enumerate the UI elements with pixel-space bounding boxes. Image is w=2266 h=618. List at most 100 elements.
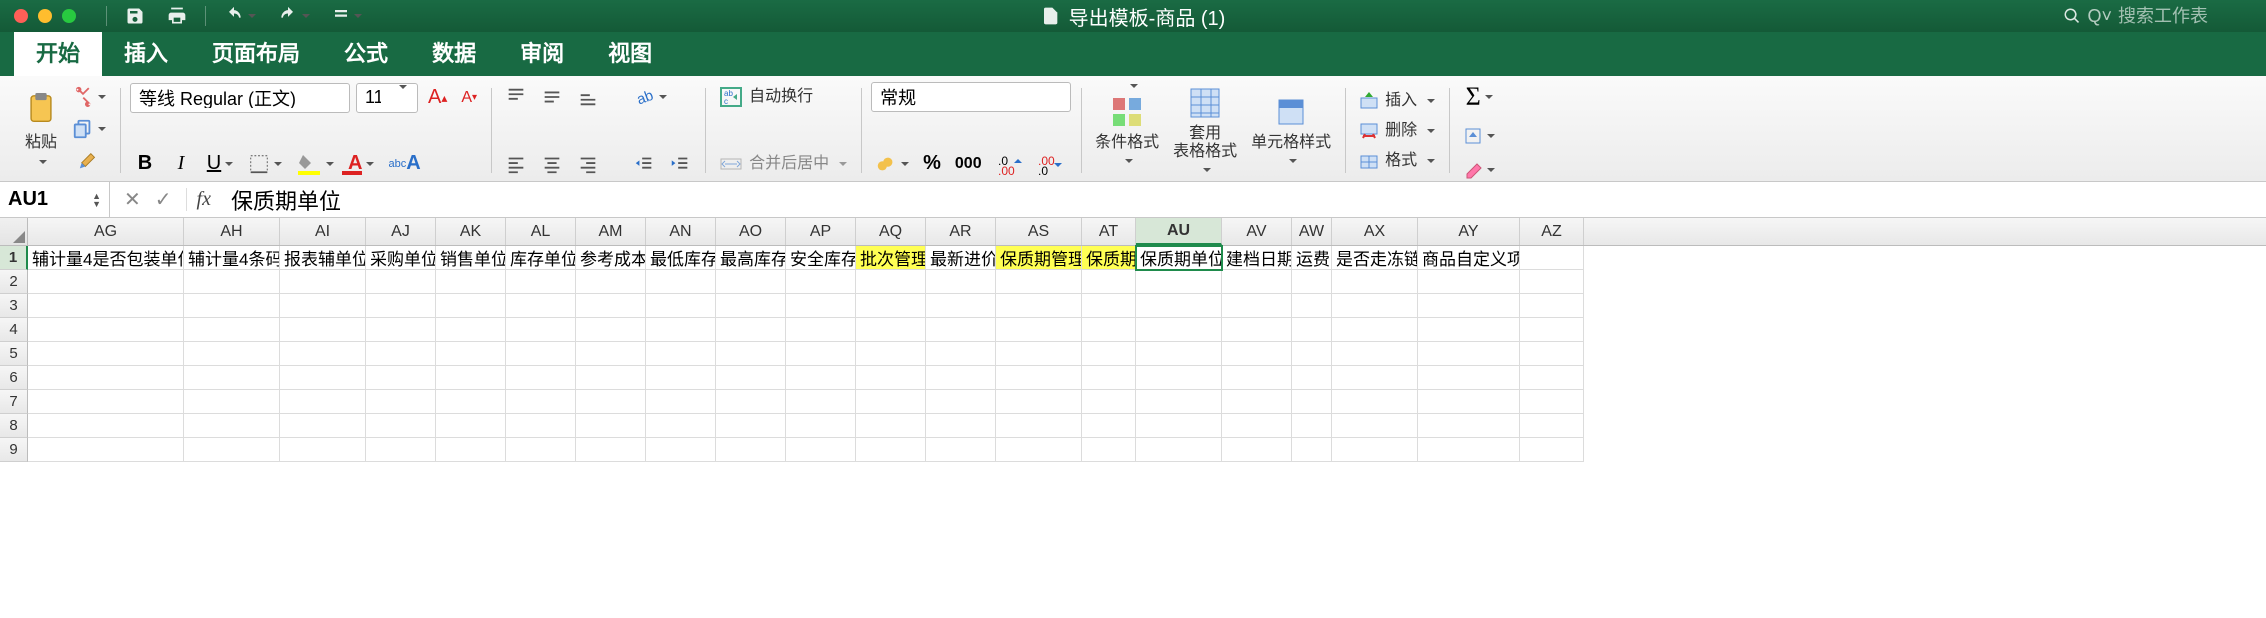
cell-AY4[interactable] (1418, 318, 1520, 342)
cell-AM3[interactable] (576, 294, 646, 318)
currency-button[interactable] (871, 149, 913, 179)
cell-AR3[interactable] (926, 294, 996, 318)
copy-button[interactable] (68, 114, 110, 144)
cell-AQ1[interactable]: 批次管理 (856, 246, 926, 270)
cut-button[interactable] (68, 82, 110, 112)
cell-AS3[interactable] (996, 294, 1082, 318)
cell-AX4[interactable] (1332, 318, 1418, 342)
number-format-combo[interactable] (871, 82, 1071, 112)
increase-font-button[interactable]: A▴ (424, 82, 451, 113)
column-header-AW[interactable]: AW (1292, 218, 1332, 245)
cell-AV9[interactable] (1222, 438, 1292, 462)
cell-AJ8[interactable] (366, 414, 436, 438)
cell-AK1[interactable]: 销售单位 (436, 246, 506, 270)
cell-AN1[interactable]: 最低库存 (646, 246, 716, 270)
cell-AM7[interactable] (576, 390, 646, 414)
cell-AP4[interactable] (786, 318, 856, 342)
cell-AY8[interactable] (1418, 414, 1520, 438)
cell-AO2[interactable] (716, 270, 786, 294)
cell-AN5[interactable] (646, 342, 716, 366)
cell-AN8[interactable] (646, 414, 716, 438)
cell-AQ5[interactable] (856, 342, 926, 366)
cell-AL6[interactable] (506, 366, 576, 390)
cell-AL8[interactable] (506, 414, 576, 438)
percent-button[interactable]: % (919, 148, 945, 179)
cell-AR9[interactable] (926, 438, 996, 462)
align-center-button[interactable] (537, 149, 567, 179)
cell-AY7[interactable] (1418, 390, 1520, 414)
cell-AW6[interactable] (1292, 366, 1332, 390)
cell-AZ7[interactable] (1520, 390, 1584, 414)
cell-AM8[interactable] (576, 414, 646, 438)
cell-AH7[interactable] (184, 390, 280, 414)
cell-AQ7[interactable] (856, 390, 926, 414)
orientation-button[interactable]: ab (629, 82, 671, 112)
cell-AV5[interactable] (1222, 342, 1292, 366)
cell-AU1[interactable]: 保质期单位 (1136, 246, 1222, 270)
cell-AQ3[interactable] (856, 294, 926, 318)
align-middle-button[interactable] (537, 82, 567, 112)
cell-AN4[interactable] (646, 318, 716, 342)
clear-button[interactable] (1459, 156, 1499, 184)
cell-AJ4[interactable] (366, 318, 436, 342)
cell-AZ3[interactable] (1520, 294, 1584, 318)
cell-AO5[interactable] (716, 342, 786, 366)
name-box[interactable]: AU1 ▲▼ (0, 182, 110, 217)
underline-button[interactable]: U (202, 148, 238, 179)
cell-AV3[interactable] (1222, 294, 1292, 318)
cell-AX1[interactable]: 是否走冻链 (1332, 246, 1418, 270)
column-header-AG[interactable]: AG (28, 218, 184, 245)
wrap-text-button[interactable]: abc自动换行 (715, 82, 817, 112)
cell-AM4[interactable] (576, 318, 646, 342)
cell-AK8[interactable] (436, 414, 506, 438)
select-all-corner[interactable] (0, 218, 28, 245)
cell-AW3[interactable] (1292, 294, 1332, 318)
cell-AH6[interactable] (184, 366, 280, 390)
cell-AG3[interactable] (28, 294, 184, 318)
format-as-table-button[interactable]: 套用 表格格式 (1169, 81, 1241, 180)
cell-AH9[interactable] (184, 438, 280, 462)
row-header-9[interactable]: 9 (0, 438, 28, 462)
cell-AT1[interactable]: 保质期 (1082, 246, 1136, 270)
cell-AG2[interactable] (28, 270, 184, 294)
cell-AT9[interactable] (1082, 438, 1136, 462)
cell-AS4[interactable] (996, 318, 1082, 342)
increase-indent-button[interactable] (665, 149, 695, 179)
bold-button[interactable]: B (130, 148, 160, 179)
cell-AJ9[interactable] (366, 438, 436, 462)
align-right-button[interactable] (573, 149, 603, 179)
tab-home[interactable]: 开始 (14, 28, 102, 76)
cell-AT6[interactable] (1082, 366, 1136, 390)
cell-AK4[interactable] (436, 318, 506, 342)
fx-icon[interactable]: fx (186, 188, 221, 211)
cell-AH4[interactable] (184, 318, 280, 342)
cell-AI7[interactable] (280, 390, 366, 414)
row-header-6[interactable]: 6 (0, 366, 28, 390)
increase-decimal-button[interactable]: .0.00 (992, 149, 1026, 179)
cell-AY9[interactable] (1418, 438, 1520, 462)
cell-AK3[interactable] (436, 294, 506, 318)
cell-AK2[interactable] (436, 270, 506, 294)
tab-insert[interactable]: 插入 (102, 28, 190, 76)
cell-AN6[interactable] (646, 366, 716, 390)
enter-formula-icon[interactable]: ✓ (155, 187, 172, 212)
cell-AP5[interactable] (786, 342, 856, 366)
cell-AW7[interactable] (1292, 390, 1332, 414)
cell-AV1[interactable]: 建档日期 (1222, 246, 1292, 270)
cell-AS6[interactable] (996, 366, 1082, 390)
cell-AJ7[interactable] (366, 390, 436, 414)
column-header-AU[interactable]: AU (1136, 218, 1222, 245)
cell-AY6[interactable] (1418, 366, 1520, 390)
cell-AQ6[interactable] (856, 366, 926, 390)
close-window[interactable] (14, 9, 28, 23)
cell-AQ2[interactable] (856, 270, 926, 294)
spreadsheet-grid[interactable]: AGAHAIAJAKALAMANAOAPAQARASATAUAVAWAXAYAZ… (0, 218, 2266, 462)
cell-AY3[interactable] (1418, 294, 1520, 318)
cell-AK7[interactable] (436, 390, 506, 414)
row-header-2[interactable]: 2 (0, 270, 28, 294)
cell-AP7[interactable] (786, 390, 856, 414)
cell-AT7[interactable] (1082, 390, 1136, 414)
cell-AQ9[interactable] (856, 438, 926, 462)
cell-AW9[interactable] (1292, 438, 1332, 462)
decrease-decimal-button[interactable]: .00.0 (1032, 149, 1066, 179)
